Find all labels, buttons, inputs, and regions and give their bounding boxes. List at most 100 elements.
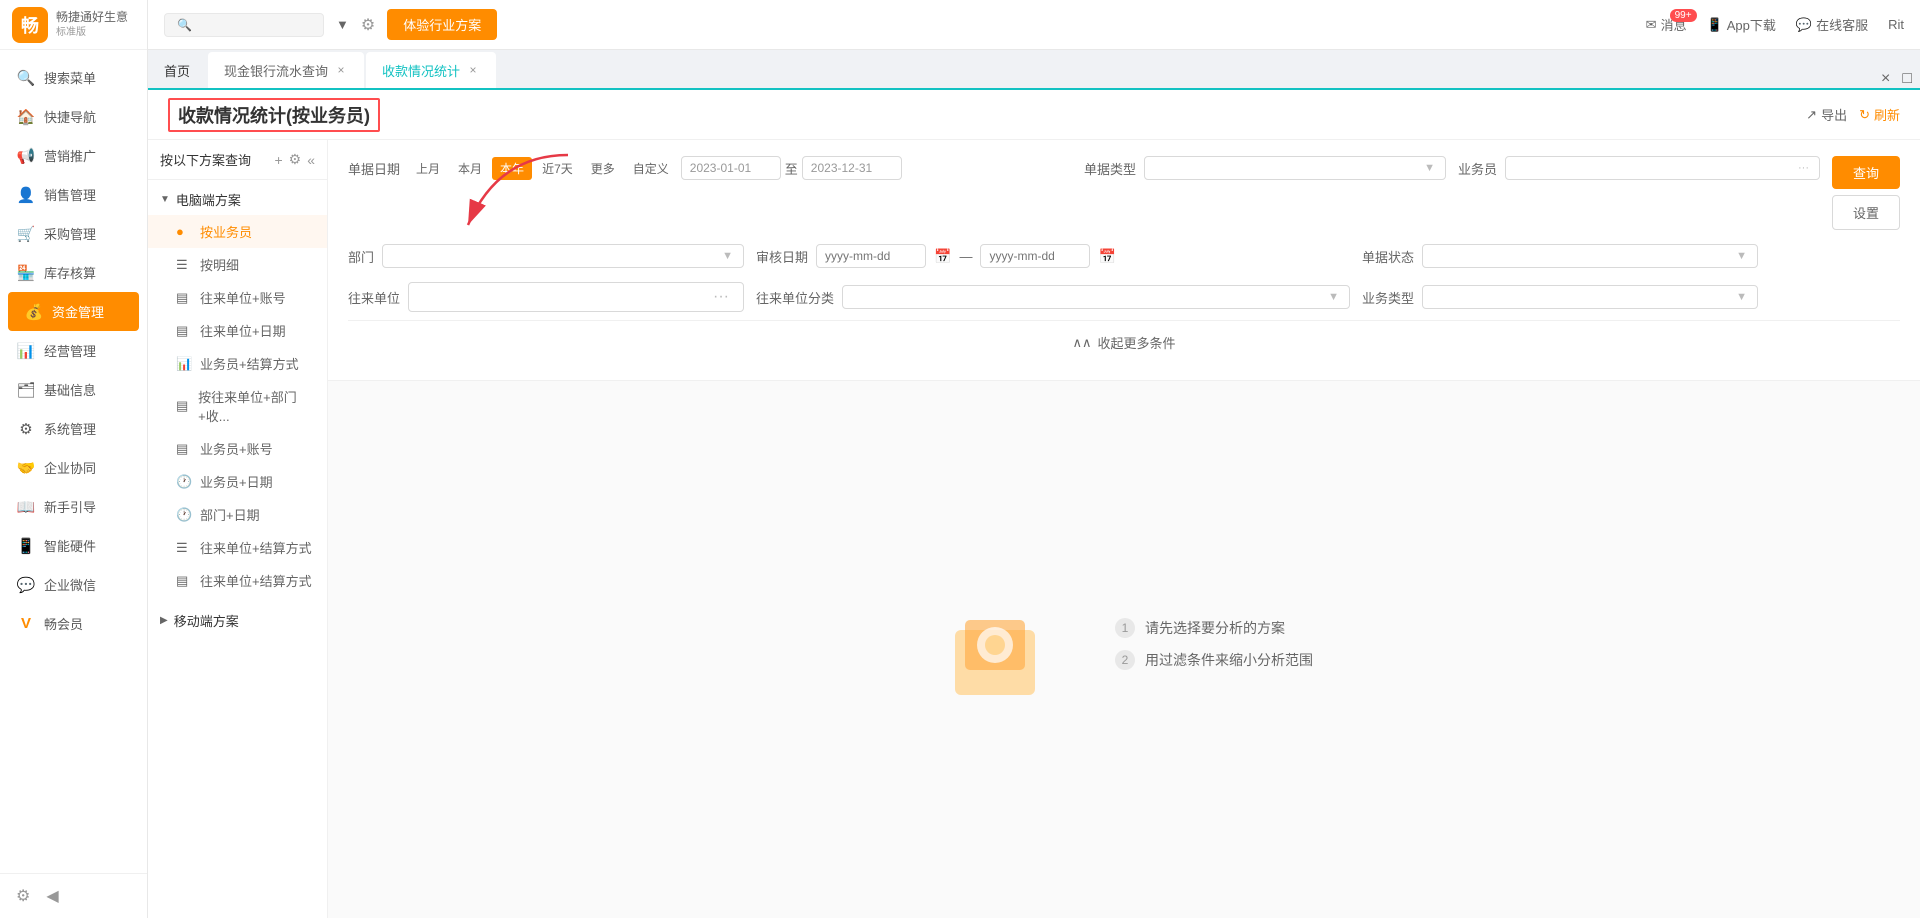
tab-bank[interactable]: 现金银行流水查询 × [208,52,364,88]
window-close-icon[interactable]: × [1881,70,1890,88]
scheme-collapse-icon[interactable]: « [307,152,315,168]
date-tab-last-month[interactable]: 上月 [408,157,448,180]
basic-icon: 🗂 [16,381,36,399]
tab-bank-close[interactable]: × [334,63,348,77]
sidebar-item-inventory[interactable]: 🏪 库存核算 [0,253,147,292]
date-range: 至 [681,156,902,180]
dept-arrow: ▼ [722,250,733,262]
scheme-item-dept-date[interactable]: 🕐 部门+日期 [148,498,327,531]
scheme-add-icon[interactable]: + [274,152,282,168]
scheme-item-ud-icon: ▤ [176,323,194,339]
sidebar-item-operation[interactable]: 📊 经营管理 [0,331,147,370]
audit-date-end-input[interactable] [980,244,1090,268]
unit-label: 往来单位 [348,288,400,307]
date-tab-custom[interactable]: 自定义 [625,157,677,180]
user-menu[interactable]: Rit [1888,17,1904,32]
sidebar-item-quick[interactable]: 🏠 快捷导航 [0,97,147,136]
settings-button[interactable]: 设置 [1832,195,1900,230]
tab-receipt-close[interactable]: × [466,63,480,77]
scheme-item-dd-icon: 🕐 [176,507,194,523]
scheme-item-salesperson-account[interactable]: ▤ 业务员+账号 [148,432,327,465]
voucher-type-select[interactable]: ▼ [1144,156,1446,180]
header-gear-icon[interactable]: ⚙ [361,15,375,35]
page-actions: ↗ 导出 ↻ 刷新 [1806,105,1900,124]
mobile-section: ▶ 移动端方案 [148,601,327,640]
desktop-section-header[interactable]: ▼ 电脑端方案 [148,184,327,215]
online-service-button[interactable]: 💬 在线客服 [1796,15,1868,34]
scheme-item-salesperson-date[interactable]: 🕐 业务员+日期 [148,465,327,498]
refresh-button[interactable]: ↻ 刷新 [1859,105,1900,124]
sidebar-item-wechat[interactable]: 💬 企业微信 [0,565,147,604]
mobile-section-header[interactable]: ▶ 移动端方案 [148,605,327,636]
unit-dots[interactable]: ··· [709,288,733,306]
notification-button[interactable]: ✉ 消息 99+ [1646,15,1687,34]
marketing-icon: 📢 [16,147,36,165]
sidebar-item-sales[interactable]: 👤 销售管理 [0,175,147,214]
sidebar-item-purchase[interactable]: 🛒 采购管理 [0,214,147,253]
scheme-item-by-salesperson[interactable]: ● 按业务员 [148,215,327,248]
scheme-item-salesperson-settle[interactable]: 📊 业务员+结算方式 [148,347,327,380]
voucher-status-label: 单据状态 [1362,247,1414,266]
sidebar-item-hardware[interactable]: 📱 智能硬件 [0,526,147,565]
collapse-icon: ∧∧ [1072,335,1091,351]
unit-category-select[interactable]: ▼ [842,285,1350,309]
trial-button[interactable]: 体验行业方案 [387,9,497,40]
window-max-icon[interactable]: □ [1902,70,1912,88]
date-start-input[interactable] [681,156,781,180]
sidebar-item-basic[interactable]: 🗂 基础信息 [0,370,147,409]
scheme-item-ude-icon: ▤ [176,398,192,414]
sidebar-item-system[interactable]: ⚙ 系统管理 [0,409,147,448]
tabs-right-actions: × □ [1873,70,1920,88]
date-tab-more[interactable]: 更多 [583,157,623,180]
top-header: 🔍 ▼ ⚙ 体验行业方案 ✉ 消息 99+ 📱 App下载 💬 在线客服 Rit [148,0,1920,50]
audit-start-calendar-icon[interactable]: 📅 [934,248,951,265]
scheme-item-us2-icon: ▤ [176,573,194,589]
sidebar-item-member[interactable]: V 畅会员 [0,604,147,643]
operation-icon: 📊 [16,342,36,360]
collapse-bar[interactable]: ∧∧ 收起更多条件 [348,320,1900,364]
scheme-settings-icon[interactable]: ⚙ [289,151,302,168]
service-icon: 💬 [1796,17,1812,33]
header-dropdown[interactable]: ▼ [336,17,349,32]
sidebar-item-guide[interactable]: 📖 新手引导 [0,487,147,526]
header-search-box[interactable]: 🔍 [164,13,324,37]
scheme-item-unit-settle2[interactable]: ▤ 往来单位+结算方式 [148,564,327,597]
app-download-button[interactable]: 📱 App下载 [1707,15,1776,34]
export-button[interactable]: ↗ 导出 [1806,105,1847,124]
audit-end-calendar-icon[interactable]: 📅 [1098,248,1115,265]
sidebar-item-search[interactable]: 🔍 搜索菜单 [0,58,147,97]
empty-state: 1 请先选择要分析的方案 2 用过滤条件来缩小分析范围 [935,590,1313,710]
scheme-item-unit-date[interactable]: ▤ 往来单位+日期 [148,314,327,347]
sidebar-item-finance[interactable]: 💰 资金管理 [8,292,139,331]
tab-receipt[interactable]: 收款情况统计 × [366,52,496,88]
main-content: 收款情况统计(按业务员) ↗ 导出 ↻ 刷新 按以下方案查询 + ⚙ « [148,90,1920,918]
settings-bottom-icon[interactable]: ⚙ [16,886,30,906]
voucher-status-select[interactable]: ▼ [1422,244,1758,268]
salesperson-select[interactable]: ··· [1505,156,1820,180]
query-button[interactable]: 查询 [1832,156,1900,189]
sidebar-item-enterprise[interactable]: 🤝 企业协同 [0,448,147,487]
dept-select[interactable]: ▼ [382,244,744,268]
results-area: 1 请先选择要分析的方案 2 用过滤条件来缩小分析范围 [328,380,1920,918]
biz-type-label: 业务类型 [1362,288,1414,307]
scheme-item-by-detail[interactable]: ☰ 按明细 [148,248,327,281]
sales-icon: 👤 [16,186,36,204]
scheme-item-unit-settle1[interactable]: ☰ 往来单位+结算方式 [148,531,327,564]
scheme-item-unit-account[interactable]: ▤ 往来单位+账号 [148,281,327,314]
finance-icon: 💰 [24,303,44,321]
biz-type-select[interactable]: ▼ [1422,285,1758,309]
date-tab-7days[interactable]: 近7天 [534,157,581,180]
date-tab-this-year[interactable]: 本年 [492,157,532,180]
collapse-sidebar-icon[interactable]: ◀ [46,886,58,906]
empty-svg [935,590,1055,710]
empty-step-1: 1 请先选择要分析的方案 [1115,618,1313,638]
date-end-input[interactable] [802,156,902,180]
date-tab-this-month[interactable]: 本月 [450,157,490,180]
audit-date-label: 审核日期 [756,247,808,266]
sidebar-item-marketing[interactable]: 📢 营销推广 [0,136,147,175]
scheme-item-unit-dept[interactable]: ▤ 按往来单位+部门+收... [148,380,327,432]
filter-box: 单据日期 上月 本月 本年 近7天 更多 自定义 [328,140,1920,380]
unit-select[interactable]: ··· [408,282,744,312]
tab-home[interactable]: 首页 [148,52,206,88]
audit-date-start-input[interactable] [816,244,926,268]
